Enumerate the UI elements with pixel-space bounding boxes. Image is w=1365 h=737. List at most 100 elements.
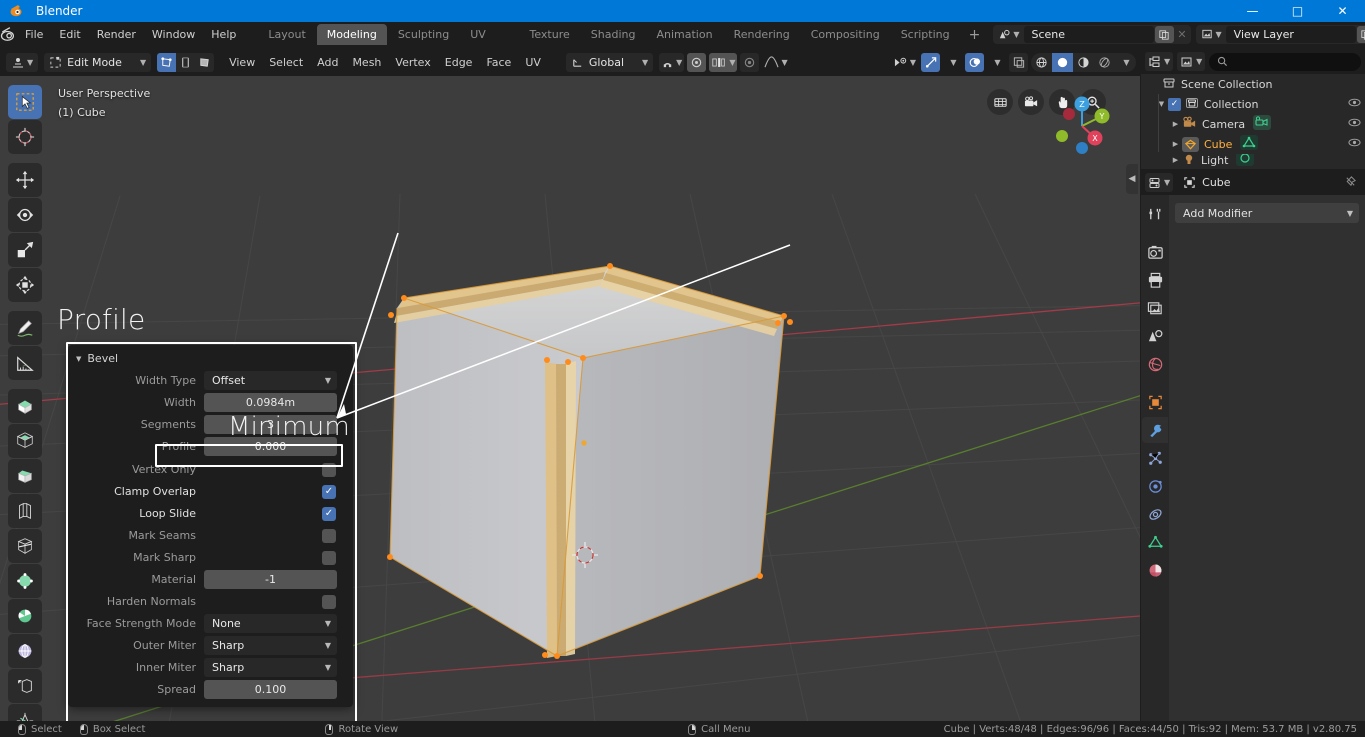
scene-icon[interactable]: ▼: [993, 25, 1022, 44]
row-harden-normals[interactable]: Harden Normals: [74, 592, 337, 611]
proportional-falloff-icon[interactable]: ▼: [709, 53, 738, 72]
tab-physics[interactable]: [1142, 473, 1168, 499]
outliner-row-light[interactable]: ▶ Light: [1141, 154, 1365, 166]
gizmo-dropdown-icon[interactable]: ▼: [943, 53, 962, 72]
gizmo-toggle-icon[interactable]: [921, 53, 940, 72]
menu-help[interactable]: Help: [203, 25, 244, 44]
checkbox-mark-seams[interactable]: [322, 528, 336, 543]
collection-visibility-eye-icon[interactable]: [1348, 97, 1361, 111]
row-width-type[interactable]: Width Type Offset ▼: [74, 371, 337, 390]
xray-toggle-icon[interactable]: [1009, 53, 1028, 72]
row-mark-sharp[interactable]: Mark Sharp: [74, 548, 337, 567]
row-outer-miter[interactable]: Outer Miter Sharp ▼: [74, 636, 337, 655]
field-width[interactable]: 0.0984m: [204, 393, 337, 412]
tool-select-box-icon[interactable]: [8, 85, 42, 119]
view-layer-selector[interactable]: ▼ View Layer ✕: [1195, 25, 1365, 44]
outliner-search-input[interactable]: [1209, 52, 1361, 71]
field-material[interactable]: -1: [204, 570, 337, 589]
overlays-dropdown-icon[interactable]: ▼: [987, 53, 1006, 72]
properties-editor[interactable]: ▼ Cube Add Modifier ▼: [1141, 170, 1365, 721]
maximize-button[interactable]: □: [1275, 0, 1320, 22]
collapse-triangle-icon[interactable]: ▼: [1155, 100, 1168, 108]
tab-rendering[interactable]: Rendering: [724, 24, 800, 45]
outliner-display-mode-selector[interactable]: ▼: [1177, 52, 1206, 71]
field-inner-miter[interactable]: Sharp ▼: [204, 658, 337, 677]
tool-poly-build-icon[interactable]: [8, 564, 42, 598]
tool-shrink-fatten-icon[interactable]: [8, 669, 42, 703]
scene-name-field[interactable]: Scene: [1023, 26, 1154, 43]
menu-face[interactable]: Face: [479, 53, 518, 72]
tool-annotate-icon[interactable]: [8, 311, 42, 345]
collection-checkbox[interactable]: ✓: [1168, 97, 1181, 111]
tab-material[interactable]: [1142, 557, 1168, 583]
field-width-type[interactable]: Offset ▼: [204, 371, 337, 390]
properties-editor-type-selector[interactable]: ▼: [1145, 173, 1174, 192]
tab-output[interactable]: [1142, 267, 1168, 293]
tool-transform-icon[interactable]: [8, 268, 42, 302]
outliner-row-scene-collection[interactable]: Scene Collection: [1141, 74, 1365, 94]
menu-add[interactable]: Add: [310, 53, 345, 72]
sidebar-collapse-arrow-icon[interactable]: ◀: [1126, 164, 1138, 194]
row-mark-seams[interactable]: Mark Seams: [74, 526, 337, 545]
menu-mesh[interactable]: Mesh: [345, 53, 388, 72]
checkbox-loop-slide[interactable]: ✓: [322, 506, 336, 521]
tab-modifier[interactable]: [1142, 417, 1168, 443]
rendered-shading-icon[interactable]: [1094, 53, 1115, 72]
checkbox-clamp-overlap[interactable]: ✓: [322, 484, 336, 499]
axis-navigation-gizmo[interactable]: Z Y X: [1046, 90, 1118, 162]
tool-knife-icon[interactable]: [8, 529, 42, 563]
solid-shading-icon[interactable]: [1052, 53, 1073, 72]
row-face-strength-mode[interactable]: Face Strength Mode None ▼: [74, 614, 337, 633]
bevel-panel-title[interactable]: ▼ Bevel: [68, 349, 353, 371]
overlays-toggle-icon[interactable]: [965, 53, 984, 72]
minimize-button[interactable]: —: [1230, 0, 1275, 22]
pin-id-icon[interactable]: [1344, 175, 1361, 191]
camera-view-icon[interactable]: [1018, 89, 1044, 115]
proportional-edit-icon[interactable]: [687, 53, 707, 72]
view-layer-icon[interactable]: ▼: [1196, 25, 1225, 44]
menu-vertex[interactable]: Vertex: [388, 53, 437, 72]
tab-animation[interactable]: Animation: [646, 24, 722, 45]
row-loop-slide[interactable]: Loop Slide ✓: [74, 504, 337, 523]
tab-scene[interactable]: [1142, 323, 1168, 349]
field-outer-miter[interactable]: Sharp ▼: [204, 636, 337, 655]
tab-compositing[interactable]: Compositing: [801, 24, 890, 45]
close-button[interactable]: ✕: [1320, 0, 1365, 22]
tab-shading[interactable]: Shading: [581, 24, 646, 45]
row-spread[interactable]: Spread 0.100: [74, 680, 337, 699]
row-segments[interactable]: Segments 3: [74, 415, 337, 434]
checkbox-vertex-only[interactable]: [322, 462, 336, 477]
outliner-editor-type-selector[interactable]: ▼: [1145, 52, 1174, 71]
edge-select-icon[interactable]: [176, 53, 196, 72]
material-preview-shading-icon[interactable]: [1073, 53, 1094, 72]
tab-constraints[interactable]: [1142, 501, 1168, 527]
tool-inset-faces-icon[interactable]: [8, 424, 42, 458]
tab-scripting[interactable]: Scripting: [891, 24, 960, 45]
tool-extrude-icon[interactable]: [8, 389, 42, 423]
tool-smooth-icon[interactable]: [8, 634, 42, 668]
tab-particles[interactable]: [1142, 445, 1168, 471]
menu-window[interactable]: Window: [144, 25, 203, 44]
blender-logo-icon[interactable]: [0, 22, 17, 47]
tab-texture-paint[interactable]: Texture Paint: [520, 24, 580, 62]
tab-render[interactable]: [1142, 239, 1168, 265]
tab-layout[interactable]: Layout: [258, 24, 315, 45]
tab-object[interactable]: [1142, 389, 1168, 415]
light-expand-triangle-icon[interactable]: ▶: [1169, 156, 1182, 164]
checkbox-harden-normals[interactable]: [322, 594, 336, 609]
vertex-select-icon[interactable]: [157, 53, 177, 72]
field-spread[interactable]: 0.100: [204, 680, 337, 699]
toggle-camera-grid-icon[interactable]: [987, 89, 1013, 115]
menu-uv[interactable]: UV: [518, 53, 548, 72]
view-layer-name-field[interactable]: View Layer: [1225, 26, 1356, 43]
face-select-icon[interactable]: [195, 53, 215, 72]
menu-file[interactable]: File: [17, 25, 51, 44]
scene-selector[interactable]: ▼ Scene ✕: [993, 25, 1191, 44]
menu-view[interactable]: View: [222, 53, 262, 72]
tool-shear-icon[interactable]: [8, 704, 42, 721]
menu-edit[interactable]: Edit: [51, 25, 88, 44]
camera-expand-triangle-icon[interactable]: ▶: [1169, 120, 1182, 128]
outliner-editor[interactable]: ▼ ▼ Scene Collection ▼ ✓ Collection ▶ Ca…: [1141, 49, 1365, 169]
field-segments[interactable]: 3: [204, 415, 337, 434]
field-face-strength-mode[interactable]: None ▼: [204, 614, 337, 633]
